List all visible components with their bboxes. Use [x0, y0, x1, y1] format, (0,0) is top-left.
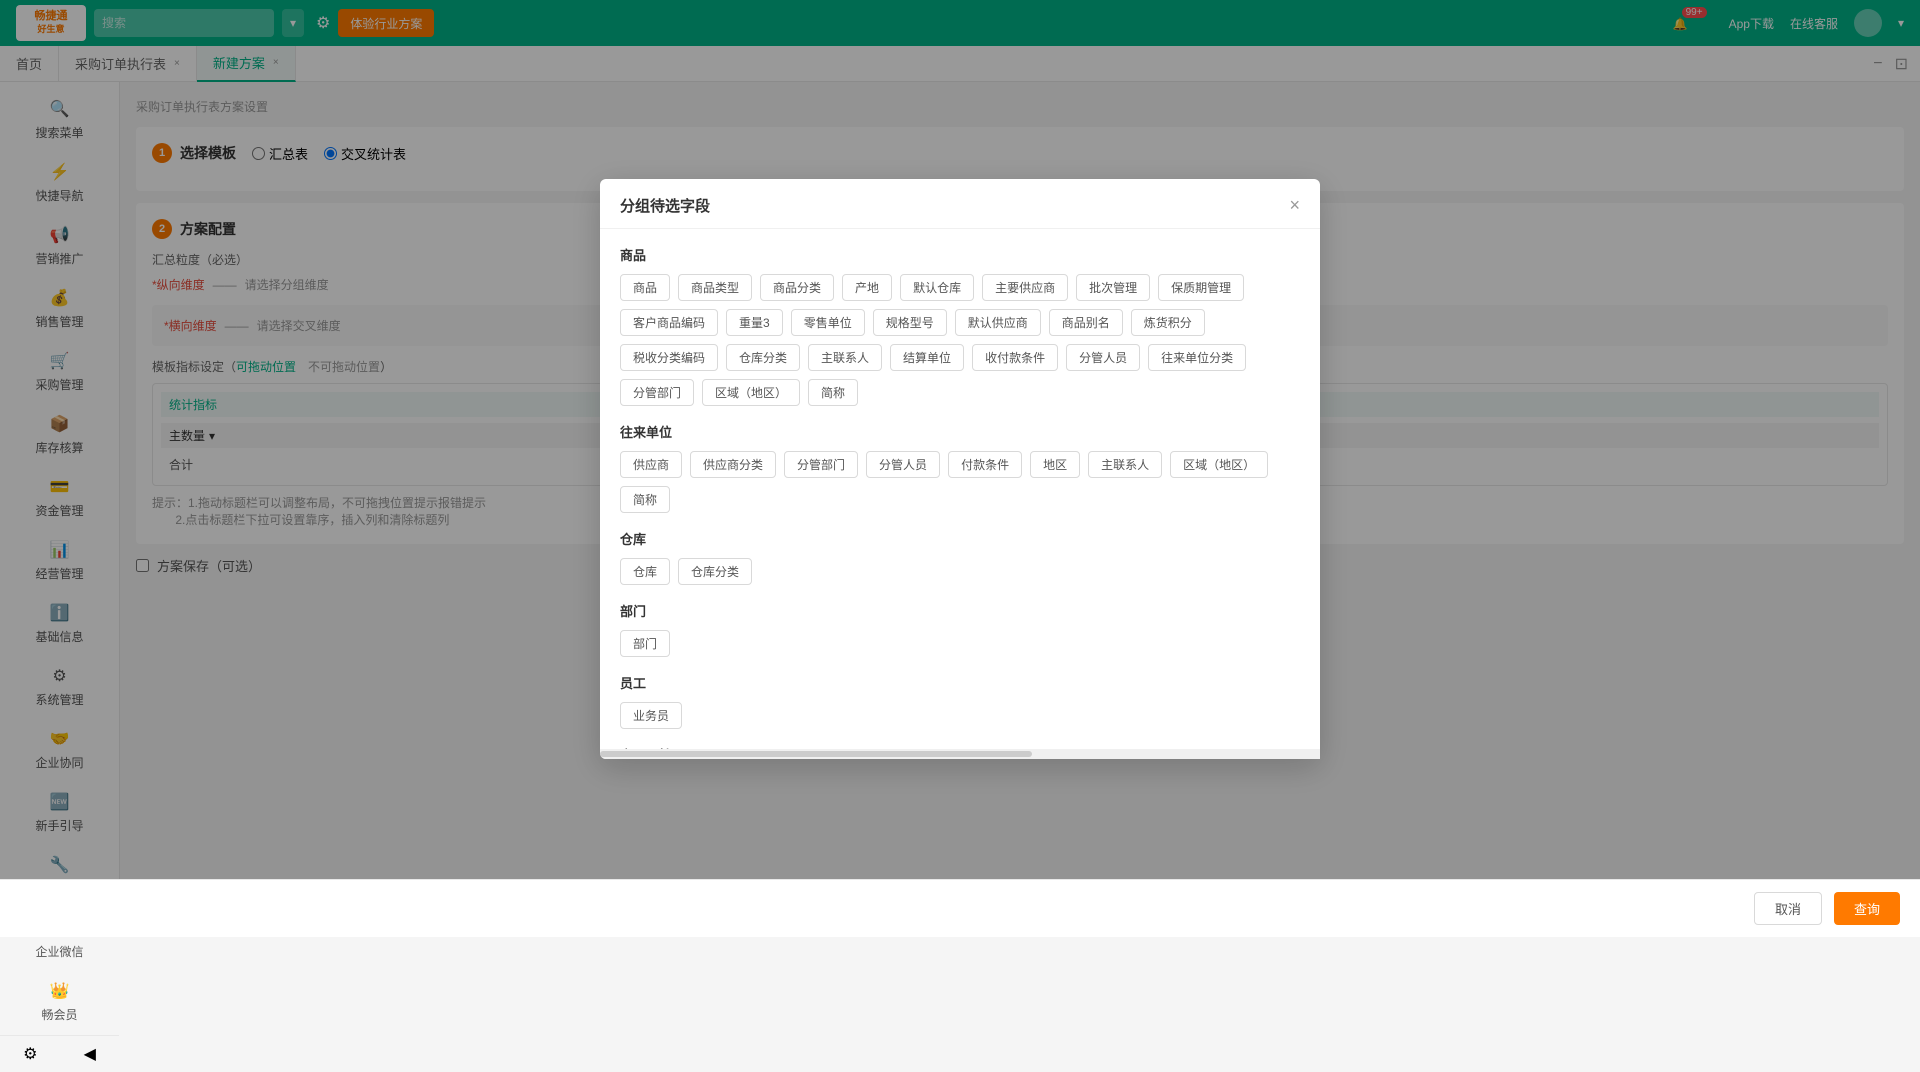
field-expiry-mgmt[interactable]: 保质期管理: [1158, 274, 1244, 301]
field-salesperson[interactable]: 业务员: [620, 702, 682, 729]
field-main-supplier[interactable]: 主要供应商: [982, 274, 1068, 301]
section-dept-title: 部门: [620, 601, 1300, 620]
field-partner-main-contact[interactable]: 主联系人: [1088, 451, 1162, 478]
field-payment-condition[interactable]: 付款条件: [948, 451, 1022, 478]
field-partner-region[interactable]: 区域（地区）: [1170, 451, 1268, 478]
modal-header: 分组待选字段 ×: [600, 179, 1320, 229]
field-main-contact[interactable]: 主联系人: [808, 344, 882, 371]
field-short-name[interactable]: 简称: [808, 379, 858, 406]
field-partner-dept[interactable]: 分管部门: [784, 451, 858, 478]
field-warehouse-category[interactable]: 仓库分类: [726, 344, 800, 371]
field-warehouse[interactable]: 仓库: [620, 558, 670, 585]
field-partner-supervisor[interactable]: 分管人员: [866, 451, 940, 478]
cancel-button[interactable]: 取消: [1754, 892, 1822, 925]
section-attributes-title: 商品属性: [620, 745, 1300, 749]
section-goods-fields: 商品 商品类型 商品分类 产地 默认仓库 主要供应商 批次管理 保质期管理 客户…: [620, 274, 1300, 406]
modal-footer: 取消 查询: [0, 879, 1920, 937]
modal-body[interactable]: 商品 商品 商品类型 商品分类 产地 默认仓库 主要供应商 批次管理 保质期管理…: [600, 229, 1320, 749]
field-selection-modal: 分组待选字段 × 商品 商品 商品类型 商品分类 产地 默认仓库 主要供应商 批…: [600, 179, 1320, 759]
modal-title: 分组待选字段: [620, 195, 710, 216]
section-warehouse-fields: 仓库 仓库分类: [620, 558, 1300, 585]
section-employee-title: 员工: [620, 673, 1300, 692]
field-partner-category[interactable]: 往来单位分类: [1148, 344, 1246, 371]
field-goods-type[interactable]: 商品类型: [678, 274, 752, 301]
section-employee-fields: 业务员: [620, 702, 1300, 729]
field-dept[interactable]: 分管部门: [620, 379, 694, 406]
field-goods[interactable]: 商品: [620, 274, 670, 301]
section-partner-title: 往来单位: [620, 422, 1300, 441]
field-tax-code[interactable]: 税收分类编码: [620, 344, 718, 371]
confirm-button[interactable]: 查询: [1834, 892, 1900, 925]
field-spec-model[interactable]: 规格型号: [873, 309, 947, 336]
sidebar-collapse-icon[interactable]: ◀: [84, 1044, 96, 1064]
field-default-supplier[interactable]: 默认供应商: [955, 309, 1041, 336]
field-payment-terms[interactable]: 收付款条件: [972, 344, 1058, 371]
field-retail-unit[interactable]: 零售单位: [791, 309, 865, 336]
sidebar-item-wechat-label: 企业微信: [35, 943, 83, 960]
field-goods-category[interactable]: 商品分类: [760, 274, 834, 301]
field-weight3[interactable]: 重量3: [726, 309, 783, 336]
field-partner-short-name[interactable]: 简称: [620, 486, 670, 513]
modal-overlay: 分组待选字段 × 商品 商品 商品类型 商品分类 产地 默认仓库 主要供应商 批…: [0, 0, 1920, 937]
field-origin[interactable]: 产地: [842, 274, 892, 301]
section-dept-fields: 部门: [620, 630, 1300, 657]
sidebar-item-member-label: 畅会员: [41, 1006, 77, 1023]
section-partner-fields: 供应商 供应商分类 分管部门 分管人员 付款条件 地区 主联系人 区域（地区） …: [620, 451, 1300, 513]
field-supplier[interactable]: 供应商: [620, 451, 682, 478]
field-settle-unit[interactable]: 结算单位: [890, 344, 964, 371]
member-icon: 👑: [49, 980, 71, 1002]
field-supervisor[interactable]: 分管人员: [1066, 344, 1140, 371]
field-customer-code[interactable]: 客户商品编码: [620, 309, 718, 336]
field-supplier-category[interactable]: 供应商分类: [690, 451, 776, 478]
field-area[interactable]: 地区: [1030, 451, 1080, 478]
section-warehouse-title: 仓库: [620, 529, 1300, 548]
sidebar-item-member[interactable]: 👑 畅会员: [0, 972, 119, 1031]
field-department[interactable]: 部门: [620, 630, 670, 657]
field-goods-alias[interactable]: 商品别名: [1049, 309, 1123, 336]
modal-close-btn[interactable]: ×: [1289, 196, 1300, 214]
field-region[interactable]: 区域（地区）: [702, 379, 800, 406]
field-points[interactable]: 炼货积分: [1131, 309, 1205, 336]
sidebar-bottom: ⚙ ◀: [0, 1035, 119, 1072]
field-default-warehouse[interactable]: 默认仓库: [900, 274, 974, 301]
section-goods-title: 商品: [620, 245, 1300, 264]
field-warehouse-cat[interactable]: 仓库分类: [678, 558, 752, 585]
field-batch-mgmt[interactable]: 批次管理: [1076, 274, 1150, 301]
modal-hscrollbar[interactable]: [600, 749, 1320, 759]
sidebar-settings-icon[interactable]: ⚙: [23, 1044, 37, 1064]
modal-hscrollbar-thumb: [600, 751, 1032, 757]
